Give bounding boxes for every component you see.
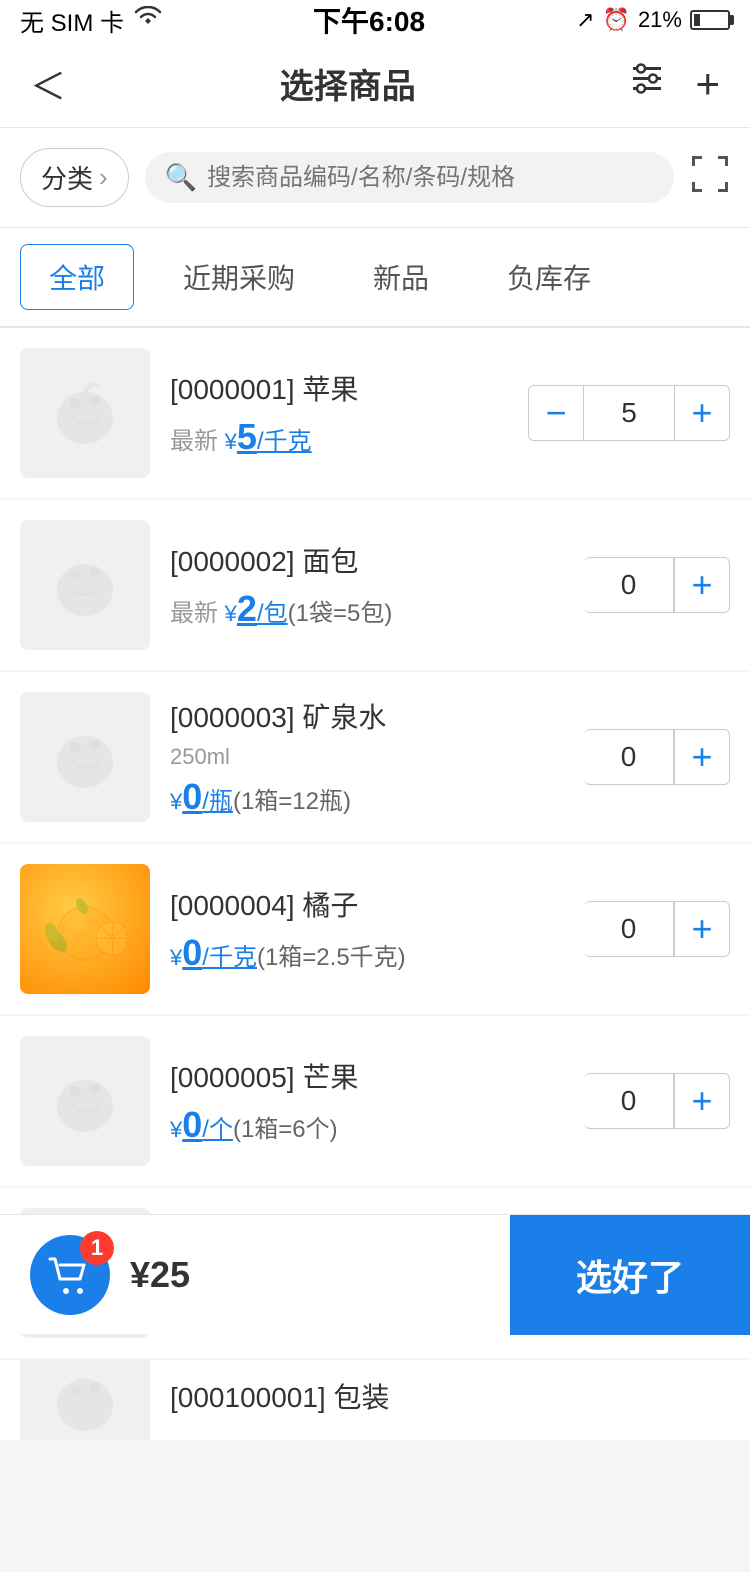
increase-button[interactable]: +	[674, 901, 730, 957]
quantity-control: +	[584, 1073, 730, 1129]
back-button[interactable]: ＜	[30, 58, 66, 110]
add-icon[interactable]: +	[695, 60, 720, 108]
product-info: [0000005] 芒果 ¥0/个(1箱=6个)	[170, 1056, 564, 1146]
cart-button[interactable]: 1	[30, 1235, 110, 1315]
tab-negative[interactable]: 负库存	[478, 244, 620, 310]
search-input[interactable]	[207, 164, 654, 192]
product-spec: 250ml	[170, 744, 564, 770]
product-thumbnail	[20, 864, 150, 994]
tab-bar: 全部 近期采购 新品 负库存	[0, 228, 750, 328]
quantity-input[interactable]	[584, 557, 674, 613]
product-info: [0000003] 矿泉水 250ml ¥0/瓶(1箱=12瓶)	[170, 696, 564, 818]
product-name: [0000002] 面包	[170, 540, 564, 580]
nav-bar: ＜ 选择商品 +	[0, 40, 750, 128]
category-label: 分类	[41, 159, 93, 196]
battery-icon	[690, 10, 730, 30]
product-info: [000100001] 包装	[170, 1376, 730, 1424]
filter-icon[interactable]	[629, 61, 665, 106]
product-thumbnail	[20, 1036, 150, 1166]
quantity-control: − +	[528, 385, 730, 441]
quantity-control: +	[584, 729, 730, 785]
product-thumbnail	[20, 520, 150, 650]
product-thumbnail	[20, 1360, 150, 1440]
location-icon: ↗	[576, 7, 594, 33]
quantity-control: +	[584, 557, 730, 613]
list-item: [0000003] 矿泉水 250ml ¥0/瓶(1箱=12瓶) +	[0, 672, 750, 842]
product-name: [0000005] 芒果	[170, 1056, 564, 1096]
scan-icon[interactable]	[690, 154, 730, 202]
product-price: 最新 ¥5/千克	[170, 416, 508, 458]
carrier-label: 无 SIM 卡	[20, 3, 124, 38]
alarm-icon: ⏰	[603, 7, 630, 33]
increase-button[interactable]: +	[674, 557, 730, 613]
battery-percent: 21%	[638, 7, 682, 33]
quantity-control: +	[584, 901, 730, 957]
decrease-button[interactable]: −	[528, 385, 584, 441]
cart-badge: 1	[80, 1231, 114, 1265]
product-thumbnail	[20, 348, 150, 478]
list-item: [000100001] 包装	[0, 1360, 750, 1440]
page-title: 选择商品	[280, 59, 416, 108]
list-item: [0000001] 苹果 最新 ¥5/千克 − +	[0, 328, 750, 498]
increase-button[interactable]: +	[674, 729, 730, 785]
product-price: 最新 ¥2/包(1袋=5包)	[170, 588, 564, 630]
product-price: ¥0/瓶(1箱=12瓶)	[170, 776, 564, 818]
category-button[interactable]: 分类 ›	[20, 148, 129, 207]
filter-bar: 分类 › 🔍	[0, 128, 750, 228]
quantity-input[interactable]	[584, 901, 674, 957]
status-time: 下午6:08	[313, 0, 425, 40]
confirm-button[interactable]: 选好了	[510, 1215, 750, 1335]
search-icon: 🔍	[165, 162, 197, 193]
quantity-input[interactable]	[584, 729, 674, 785]
product-info: [0000001] 苹果 最新 ¥5/千克	[170, 368, 508, 458]
status-right: ↗ ⏰ 21%	[576, 7, 730, 33]
product-price: ¥0/千克(1箱=2.5千克)	[170, 932, 564, 974]
product-info: [0000004] 橘子 ¥0/千克(1箱=2.5千克)	[170, 884, 564, 974]
tab-new[interactable]: 新品	[344, 244, 458, 310]
product-name: [0000001] 苹果	[170, 368, 508, 408]
quantity-input[interactable]	[584, 1073, 674, 1129]
search-box: 🔍	[145, 152, 674, 203]
product-thumbnail	[20, 692, 150, 822]
list-item: [0000002] 面包 最新 ¥2/包(1袋=5包) +	[0, 500, 750, 670]
wifi-icon	[134, 6, 162, 35]
increase-button[interactable]: +	[674, 1073, 730, 1129]
bottom-bar: 1 ¥25 选好了	[0, 1214, 750, 1334]
increase-button[interactable]: +	[674, 385, 730, 441]
tab-recent[interactable]: 近期采购	[154, 244, 324, 310]
list-item: [0000004] 橘子 ¥0/千克(1箱=2.5千克) +	[0, 844, 750, 1014]
product-name: [000100001] 包装	[170, 1376, 730, 1416]
cart-area: 1 ¥25	[0, 1235, 510, 1315]
product-info: [0000002] 面包 最新 ¥2/包(1袋=5包)	[170, 540, 564, 630]
product-name: [0000004] 橘子	[170, 884, 564, 924]
nav-actions: +	[629, 60, 720, 108]
cart-total: ¥25	[130, 1254, 190, 1296]
list-item: [0000005] 芒果 ¥0/个(1箱=6个) +	[0, 1016, 750, 1186]
status-left: 无 SIM 卡	[20, 3, 162, 38]
status-bar: 无 SIM 卡 下午6:08 ↗ ⏰ 21%	[0, 0, 750, 40]
tab-all[interactable]: 全部	[20, 244, 134, 310]
quantity-input[interactable]	[584, 385, 674, 441]
product-name: [0000003] 矿泉水	[170, 696, 564, 736]
product-price: ¥0/个(1箱=6个)	[170, 1104, 564, 1146]
category-chevron: ›	[99, 162, 108, 193]
